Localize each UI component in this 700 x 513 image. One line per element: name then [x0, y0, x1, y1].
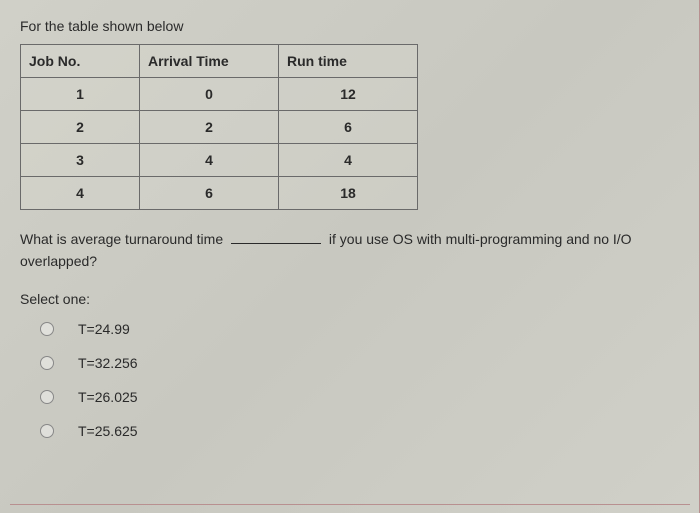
fill-blank — [231, 231, 321, 244]
radio-icon[interactable] — [40, 424, 54, 438]
option-label: T=32.256 — [78, 355, 138, 371]
cell-arrival: 2 — [140, 111, 279, 144]
cell-run: 12 — [279, 78, 418, 111]
table-row: 2 2 6 — [21, 111, 418, 144]
table-row: 1 0 12 — [21, 78, 418, 111]
question-part1: What is average turnaround time — [20, 231, 223, 247]
option-row[interactable]: T=26.025 — [40, 389, 679, 405]
header-run-time: Run time — [279, 45, 418, 78]
cell-job: 4 — [21, 177, 140, 210]
option-label: T=25.625 — [78, 423, 138, 439]
cell-run: 18 — [279, 177, 418, 210]
question-part2: if you use OS with multi-programming and… — [329, 231, 632, 247]
radio-icon[interactable] — [40, 322, 54, 336]
question-text: What is average turnaround time if you u… — [20, 228, 679, 273]
option-row[interactable]: T=32.256 — [40, 355, 679, 371]
table-row: 4 6 18 — [21, 177, 418, 210]
options-group: T=24.99 T=32.256 T=26.025 T=25.625 — [20, 321, 679, 439]
option-label: T=24.99 — [78, 321, 130, 337]
cell-arrival: 0 — [140, 78, 279, 111]
cell-job: 2 — [21, 111, 140, 144]
table-row: 3 4 4 — [21, 144, 418, 177]
intro-text: For the table shown below — [20, 18, 679, 34]
option-row[interactable]: T=25.625 — [40, 423, 679, 439]
radio-icon[interactable] — [40, 390, 54, 404]
cell-run: 6 — [279, 111, 418, 144]
option-row[interactable]: T=24.99 — [40, 321, 679, 337]
question-container: For the table shown below Job No. Arriva… — [0, 0, 700, 513]
header-arrival-time: Arrival Time — [140, 45, 279, 78]
cell-job: 1 — [21, 78, 140, 111]
option-label: T=26.025 — [78, 389, 138, 405]
jobs-table: Job No. Arrival Time Run time 1 0 12 2 2… — [20, 44, 418, 210]
table-header-row: Job No. Arrival Time Run time — [21, 45, 418, 78]
cell-arrival: 6 — [140, 177, 279, 210]
cell-run: 4 — [279, 144, 418, 177]
question-part3: overlapped? — [20, 253, 97, 269]
header-job-no: Job No. — [21, 45, 140, 78]
radio-icon[interactable] — [40, 356, 54, 370]
cell-arrival: 4 — [140, 144, 279, 177]
cell-job: 3 — [21, 144, 140, 177]
bottom-border — [10, 504, 690, 505]
select-one-label: Select one: — [20, 291, 679, 307]
